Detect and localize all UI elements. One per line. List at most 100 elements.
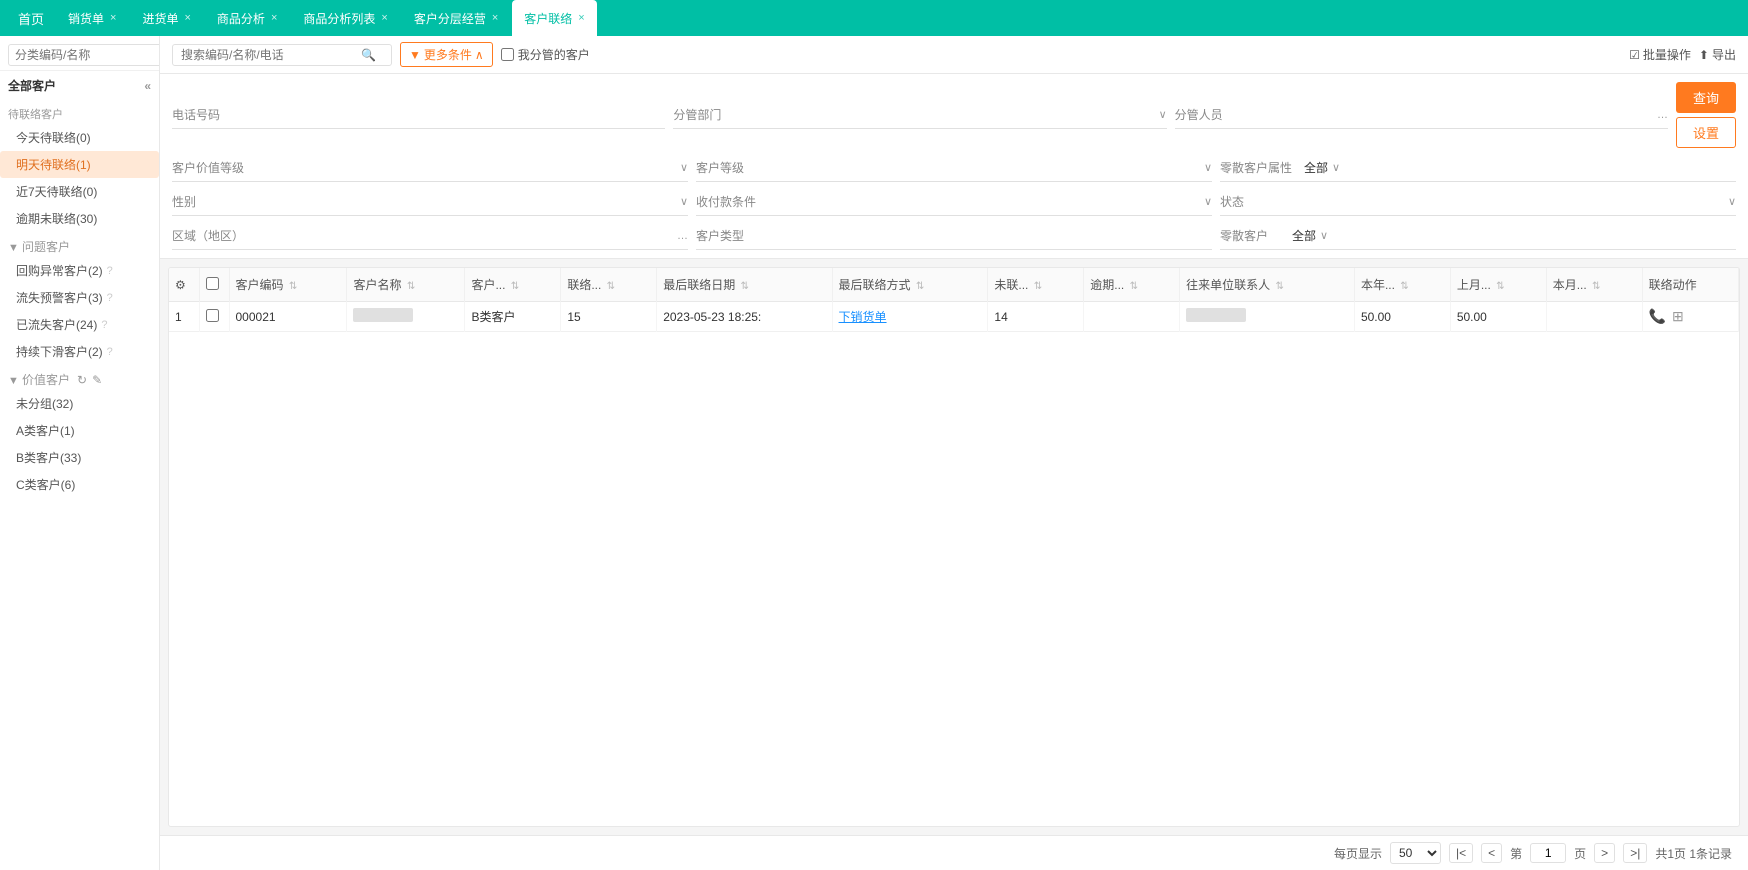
dept-dropdown-icon[interactable]: ∨ [1159, 108, 1167, 121]
customer-value-dropdown-icon[interactable]: ∨ [680, 161, 688, 174]
nav-tab-analysis[interactable]: 商品分析 × [205, 0, 289, 36]
sort-type-icon[interactable]: ⇅ [511, 281, 519, 292]
col-overdue-label: 逾期... [1090, 278, 1124, 292]
payment-field: 收付款条件 ∨ [696, 188, 1212, 216]
col-checkbox[interactable] [199, 268, 229, 302]
customer-type-input[interactable] [764, 229, 1212, 243]
region-input[interactable] [252, 229, 673, 243]
retail-customer-value: 全部 [1292, 227, 1316, 244]
payment-dropdown-icon[interactable]: ∨ [1204, 195, 1212, 208]
refresh-value-icon[interactable]: ↻ [77, 373, 87, 387]
sort-last-method-icon[interactable]: ⇅ [916, 281, 924, 292]
last-page-button[interactable]: >| [1623, 843, 1647, 863]
sort-last-month-icon[interactable]: ⇅ [1496, 281, 1504, 292]
sort-name-icon[interactable]: ⇅ [407, 281, 415, 292]
col-contact-count: 联络... ⇅ [561, 268, 657, 302]
row-checkbox-cell[interactable] [199, 302, 229, 332]
sort-overdue-icon[interactable]: ⇅ [1130, 281, 1138, 292]
sidebar-item-today[interactable]: 今天待联络(0) [0, 124, 159, 151]
last-method-link[interactable]: 下销货单 [839, 310, 887, 324]
sidebar-all-customers[interactable]: 全部客户 « [0, 71, 159, 100]
col-action: 联络动作 [1642, 268, 1738, 302]
sidebar-search-input[interactable] [8, 44, 160, 66]
row-last-method[interactable]: 下销货单 [832, 302, 988, 332]
gender-input[interactable] [240, 195, 676, 209]
more-filter-button[interactable]: ▼ 更多条件 ∧ [400, 42, 493, 67]
close-sales-tab[interactable]: × [110, 12, 116, 24]
prev-page-button[interactable]: < [1481, 843, 1502, 863]
customer-level-input[interactable] [764, 161, 1200, 175]
table-header-row: ⚙ 客户编码 ⇅ 客户名称 ⇅ 客户... ⇅ [169, 268, 1739, 302]
setting-button[interactable]: 设置 [1676, 117, 1736, 148]
sidebar-item-ungroup[interactable]: 未分组(32) [0, 390, 159, 417]
sidebar-item-class-b[interactable]: B类客户(33) [0, 444, 159, 471]
col-settings[interactable]: ⚙ [169, 268, 199, 302]
sidebar-item-class-c[interactable]: C类客户(6) [0, 471, 159, 498]
search-input[interactable] [181, 48, 361, 62]
sidebar-item-overdue[interactable]: 逾期未联络(30) [0, 205, 159, 232]
total-records-label: 共1页 1条记录 [1655, 845, 1732, 862]
phone-input[interactable] [240, 108, 665, 122]
dept-input[interactable] [741, 108, 1154, 122]
filter-row-4: 区域（地区） … 客户类型 零散客户 全部 ∨ [172, 222, 1736, 250]
nav-tab-customer-ops[interactable]: 客户分层经营 × [402, 0, 510, 36]
region-more-icon[interactable]: … [677, 230, 688, 242]
status-input[interactable] [1288, 195, 1724, 209]
row-checkbox[interactable] [206, 309, 219, 322]
sidebar-item-7days[interactable]: 近7天待联络(0) [0, 178, 159, 205]
sidebar-item-lost[interactable]: 已流失客户(24) ? [0, 311, 159, 338]
sidebar-item-tomorrow[interactable]: 明天待联络(1) [0, 151, 159, 178]
row-last-date: 2023-05-23 18:25: [657, 302, 832, 332]
customer-value-input[interactable] [252, 161, 676, 175]
sidebar-item-repurchase[interactable]: 回购异常客户(2) ? [0, 257, 159, 284]
retail-attr-field: 零散客户属性 全部 ∨ [1220, 154, 1736, 182]
retail-customer-dropdown-icon[interactable]: ∨ [1320, 229, 1328, 242]
call-action-icon[interactable]: 📞 [1649, 308, 1666, 325]
retail-attr-dropdown-icon[interactable]: ∨ [1332, 161, 1340, 174]
person-input[interactable] [1243, 108, 1653, 122]
search-icon[interactable]: 🔍 [361, 48, 376, 62]
sort-code-icon[interactable]: ⇅ [289, 281, 297, 292]
sidebar-item-churn-warn[interactable]: 流失预警客户(3) ? [0, 284, 159, 311]
edit-value-icon[interactable]: ✎ [92, 373, 102, 387]
next-page-button[interactable]: > [1594, 843, 1615, 863]
nav-home[interactable]: 首页 [8, 0, 54, 36]
col-last-method: 最后联络方式 ⇅ [832, 268, 988, 302]
nav-tab-customer-contact[interactable]: 客户联络 × [512, 0, 596, 36]
close-analysis-list-tab[interactable]: × [381, 12, 387, 24]
sort-this-year-icon[interactable]: ⇅ [1400, 281, 1408, 292]
my-customers-checkbox[interactable] [501, 48, 514, 61]
nav-tab-purchase[interactable]: 进货单 × [130, 0, 202, 36]
status-dropdown-icon[interactable]: ∨ [1728, 195, 1736, 208]
per-page-select[interactable]: 50 100 200 [1390, 842, 1441, 864]
my-customers-checkbox-label[interactable]: 我分管的客户 [501, 46, 590, 63]
bulk-action-button[interactable]: ☑ 批量操作 [1629, 46, 1691, 63]
person-more-icon[interactable]: … [1657, 109, 1668, 121]
grid-action-icon[interactable]: ⊞ [1672, 308, 1684, 325]
retail-customer-field: 零散客户 全部 ∨ [1220, 222, 1736, 250]
sort-contact-person-icon[interactable]: ⇅ [1276, 281, 1284, 292]
query-button[interactable]: 查询 [1676, 82, 1736, 113]
sort-last-date-icon[interactable]: ⇅ [741, 281, 749, 292]
nav-tab-analysis-list[interactable]: 商品分析列表 × [291, 0, 399, 36]
sidebar-item-class-a[interactable]: A类客户(1) [0, 417, 159, 444]
select-all-checkbox[interactable] [206, 277, 219, 290]
close-customer-ops-tab[interactable]: × [492, 12, 498, 24]
export-button[interactable]: ⬆ 导出 [1699, 46, 1736, 63]
sort-this-month-icon[interactable]: ⇅ [1592, 281, 1600, 292]
col-last-date-label: 最后联络日期 [663, 278, 735, 292]
filter-row-1: 电话号码 分管部门 ∨ 分管人员 … 查询 设置 [172, 82, 1736, 148]
close-customer-contact-tab[interactable]: × [578, 12, 584, 24]
gender-dropdown-icon[interactable]: ∨ [680, 195, 688, 208]
payment-input[interactable] [764, 195, 1200, 209]
sort-contact-count-icon[interactable]: ⇅ [607, 281, 615, 292]
first-page-button[interactable]: |< [1449, 843, 1473, 863]
close-purchase-tab[interactable]: × [184, 12, 190, 24]
sidebar-item-declining[interactable]: 持续下滑客户(2) ? [0, 338, 159, 365]
page-number-input[interactable] [1530, 843, 1566, 863]
sort-uncontacted-icon[interactable]: ⇅ [1034, 281, 1042, 292]
nav-tab-sales[interactable]: 销货单 × [56, 0, 128, 36]
customer-level-dropdown-icon[interactable]: ∨ [1204, 161, 1212, 174]
close-analysis-tab[interactable]: × [271, 12, 277, 24]
row-overdue [1084, 302, 1180, 332]
